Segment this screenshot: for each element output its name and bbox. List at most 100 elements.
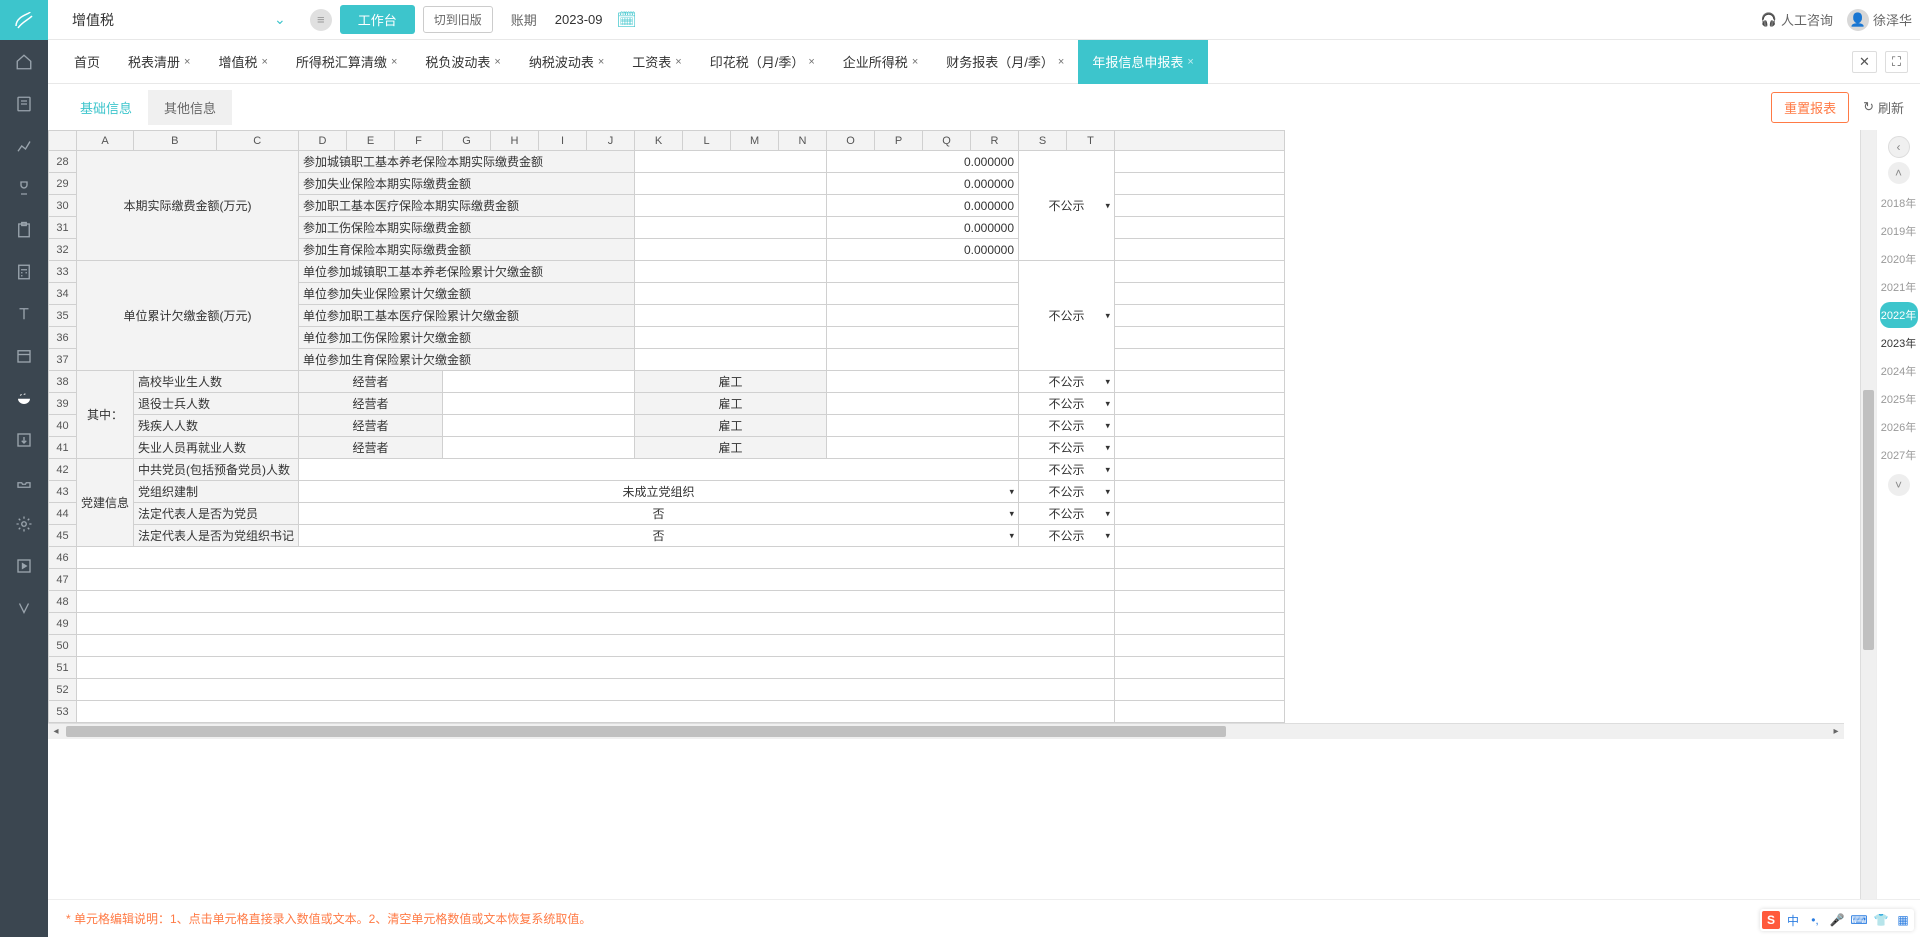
module-dropdown[interactable]: 增值税 ⌄ (72, 10, 286, 30)
row-header-35[interactable]: 35 (49, 305, 77, 327)
year-2020年[interactable]: 2020年 (1880, 246, 1918, 272)
user-menu[interactable]: 👤 徐泽华 (1847, 9, 1912, 31)
tab-close-all-icon[interactable]: ✕ (1852, 51, 1877, 73)
cell-empty[interactable] (77, 701, 1115, 723)
cell-emp-value[interactable] (827, 371, 1019, 393)
row-header-37[interactable]: 37 (49, 349, 77, 371)
cell-empty[interactable] (77, 613, 1115, 635)
close-icon[interactable]: × (912, 56, 918, 68)
cell-disclosure[interactable]: 不公示 (1019, 459, 1115, 481)
cell-empty[interactable] (77, 547, 1115, 569)
cell-input[interactable] (635, 305, 827, 327)
cell-disclosure[interactable]: 不公示 (1019, 437, 1115, 459)
cell-disclosure[interactable]: 不公示 (1019, 393, 1115, 415)
year-2027年[interactable]: 2027年 (1880, 442, 1918, 468)
chart-icon[interactable] (14, 136, 34, 156)
vscroll-track[interactable] (1860, 130, 1876, 899)
close-icon[interactable]: × (808, 56, 814, 68)
close-icon[interactable]: × (675, 56, 681, 68)
row-header-50[interactable]: 50 (49, 635, 77, 657)
cell-input[interactable] (635, 195, 827, 217)
row-header-30[interactable]: 30 (49, 195, 77, 217)
close-icon[interactable]: × (184, 56, 190, 68)
tab-9[interactable]: 财务报表（月/季）× (932, 40, 1078, 84)
gear-icon[interactable] (14, 514, 34, 534)
cell-disclosure[interactable]: 不公示 (1019, 525, 1115, 547)
play-icon[interactable] (14, 556, 34, 576)
col-header-M[interactable]: M (731, 131, 779, 151)
app-logo[interactable] (0, 0, 48, 40)
year-down-icon[interactable]: ˅ (1888, 474, 1910, 496)
year-2026年[interactable]: 2026年 (1880, 414, 1918, 440)
bowl-icon[interactable] (14, 388, 34, 408)
cell-input[interactable] (635, 217, 827, 239)
hscroll-track[interactable]: ◂ ▸ (48, 723, 1844, 739)
row-header-31[interactable]: 31 (49, 217, 77, 239)
row-header-34[interactable]: 34 (49, 283, 77, 305)
row-header-28[interactable]: 28 (49, 151, 77, 173)
close-icon[interactable]: × (1187, 56, 1193, 68)
refresh-link[interactable]: ↻ 刷新 (1863, 98, 1904, 117)
row-header-33[interactable]: 33 (49, 261, 77, 283)
cell-disclosure[interactable]: 不公示 (1019, 371, 1115, 393)
col-header-I[interactable]: I (539, 131, 587, 151)
row-header-43[interactable]: 43 (49, 481, 77, 503)
cell-emp-value[interactable] (827, 437, 1019, 459)
spreadsheet[interactable]: ABCDEFGHIJKLMNOPQRST 28本期实际缴费金额(万元)参加城镇职… (48, 130, 1285, 723)
close-icon[interactable]: × (1058, 56, 1064, 68)
tab-5[interactable]: 纳税波动表× (515, 40, 618, 84)
row-header-53[interactable]: 53 (49, 701, 77, 723)
ime-s-icon[interactable]: S (1762, 911, 1780, 929)
v-icon[interactable] (14, 598, 34, 618)
row-header-29[interactable]: 29 (49, 173, 77, 195)
year-2025年[interactable]: 2025年 (1880, 386, 1918, 412)
cell-value[interactable] (827, 349, 1019, 371)
close-icon[interactable]: × (391, 56, 397, 68)
cell-empty[interactable] (77, 657, 1115, 679)
clipboard-icon[interactable] (14, 220, 34, 240)
row-header-45[interactable]: 45 (49, 525, 77, 547)
close-icon[interactable]: × (598, 56, 604, 68)
calendar-icon[interactable]: 🗓 (617, 10, 637, 30)
col-header-B[interactable]: B (134, 131, 217, 151)
row-header-41[interactable]: 41 (49, 437, 77, 459)
row-header-46[interactable]: 46 (49, 547, 77, 569)
cell-input[interactable] (635, 239, 827, 261)
cell-disclosure[interactable]: 不公示 (1019, 481, 1115, 503)
tab-7[interactable]: 印花税（月/季）× (696, 40, 829, 84)
col-header-S[interactable]: S (1019, 131, 1067, 151)
row-header-38[interactable]: 38 (49, 371, 77, 393)
col-header-Q[interactable]: Q (923, 131, 971, 151)
subtab-basic[interactable]: 基础信息 (64, 90, 148, 125)
col-header-R[interactable]: R (971, 131, 1019, 151)
cell-disclosure[interactable]: 不公示 (1019, 415, 1115, 437)
col-header-N[interactable]: N (779, 131, 827, 151)
cell-input[interactable] (635, 151, 827, 173)
col-header-A[interactable]: A (77, 131, 134, 151)
year-2018年[interactable]: 2018年 (1880, 190, 1918, 216)
reset-button[interactable]: 重置报表 (1771, 92, 1849, 123)
year-2024年[interactable]: 2024年 (1880, 358, 1918, 384)
period-value[interactable]: 2023-09 (555, 12, 603, 27)
close-icon[interactable]: × (261, 56, 267, 68)
cell-emp-value[interactable] (827, 393, 1019, 415)
cell-op-value[interactable] (443, 371, 635, 393)
cell-empty[interactable] (77, 569, 1115, 591)
vscroll-thumb[interactable] (1863, 390, 1874, 650)
cell-input[interactable] (635, 327, 827, 349)
cell-org-dd[interactable]: 未成立党组织 (299, 481, 1019, 503)
tab-expand-icon[interactable]: ⛶ (1885, 51, 1908, 73)
col-header-G[interactable]: G (443, 131, 491, 151)
cell-empty[interactable] (77, 591, 1115, 613)
cell-value[interactable]: 0.000000 (827, 151, 1019, 173)
col-header-T[interactable]: T (1067, 131, 1115, 151)
switch-old-button[interactable]: 切到旧版 (423, 6, 493, 33)
cell-op-value[interactable] (443, 415, 635, 437)
col-header-K[interactable]: K (635, 131, 683, 151)
row-header-40[interactable]: 40 (49, 415, 77, 437)
year-up-icon[interactable]: ˄ (1888, 162, 1910, 184)
cell-input[interactable] (635, 173, 827, 195)
cell-value[interactable] (827, 305, 1019, 327)
col-header-C[interactable]: C (216, 131, 299, 151)
cell-value[interactable]: 0.000000 (827, 195, 1019, 217)
